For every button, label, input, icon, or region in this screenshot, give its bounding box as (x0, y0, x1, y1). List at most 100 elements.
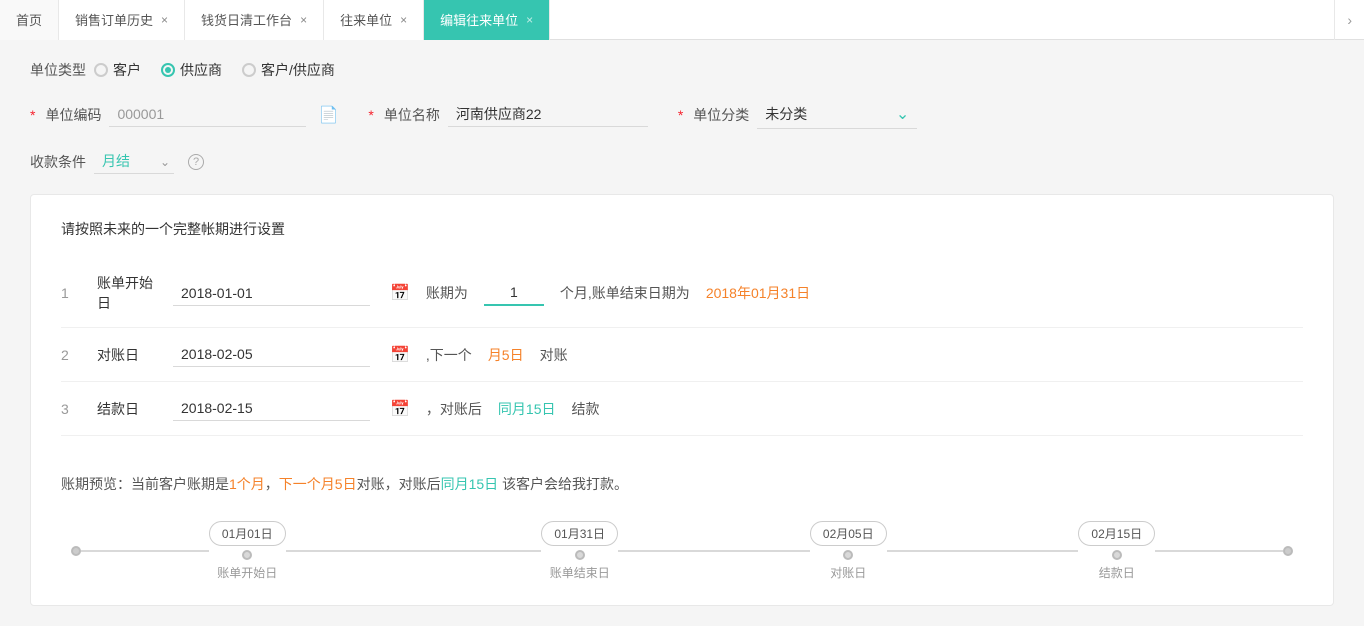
tab-partners-label: 往来单位 (340, 10, 392, 29)
payment-terms-label: 收款条件 (30, 152, 86, 172)
payment-terms-row: 收款条件 月结 周结 日结 ⌄ ? (30, 149, 1334, 174)
tabs-bar: 首页 销售订单历史 × 钱货日清工作台 × 往来单位 × 编辑往来单位 × › (0, 0, 1364, 40)
period-row-1-months-unit: 个月,账单结束日期为 (560, 283, 690, 303)
period-row-3-desc-highlight: 同月15日 (498, 399, 556, 419)
timeline: 01月01日 账单开始日 01月31日 账单结束日 02月05日 对账日 (61, 521, 1303, 581)
unit-code-field: * 单位编码 📄 (30, 102, 338, 127)
timeline-end-dot (1283, 546, 1293, 556)
period-row-2-num: 2 (61, 347, 81, 363)
unit-classify-field: * 单位分类 未分类 ⌄ (678, 100, 917, 129)
payment-terms-select-wrapper: 月结 周结 日结 ⌄ (94, 149, 174, 174)
tab-edit-partner-close[interactable]: × (526, 13, 533, 27)
tab-home-label: 首页 (16, 10, 42, 29)
radio-supplier[interactable]: 供应商 (161, 60, 222, 80)
period-row-3-desc-before: ，对账后 (426, 399, 482, 419)
period-row-3-cal-icon[interactable]: 📅 (390, 399, 410, 419)
period-card-title: 请按照未来的一个完整帐期进行设置 (61, 219, 1303, 239)
timeline-node-4-caption: 结款日 (1099, 564, 1135, 581)
tab-partners-close[interactable]: × (400, 13, 407, 27)
timeline-line-3 (618, 550, 810, 552)
timeline-node-3-label: 02月05日 (810, 521, 887, 546)
unit-code-label: 单位编码 (45, 105, 101, 125)
preview-suffix: 该客户会给我打款。 (502, 476, 628, 492)
radio-both-circle (242, 63, 256, 77)
period-row-3: 3 结款日 📅 ，对账后同月15日结款 (61, 382, 1303, 436)
tab-edit-partner-label: 编辑往来单位 (440, 10, 518, 29)
unit-info-row: * 单位编码 📄 * 单位名称 * 单位分类 未分类 ⌄ (30, 100, 1334, 129)
timeline-node-2-caption: 账单结束日 (550, 564, 610, 581)
timeline-node-1-dot (242, 550, 252, 560)
unit-classify-label: 单位分类 (693, 105, 749, 125)
radio-customer-label: 客户 (113, 60, 141, 80)
payment-terms-help-icon[interactable]: ? (188, 154, 204, 170)
radio-both[interactable]: 客户/供应商 (242, 60, 335, 80)
period-months-input[interactable] (484, 280, 544, 306)
period-card: 请按照未来的一个完整帐期进行设置 1 账单开始日 📅 账期为 个月,账单结束日期… (30, 194, 1334, 606)
unit-code-required: * (30, 107, 35, 123)
tabs-overflow-arrow[interactable]: › (1334, 0, 1364, 40)
unit-name-required: * (368, 107, 373, 123)
period-row-2-date[interactable] (173, 342, 370, 367)
timeline-node-2: 01月31日 账单结束日 (541, 521, 618, 581)
period-row-2-cal-icon[interactable]: 📅 (390, 345, 410, 365)
unit-name-label: 单位名称 (384, 105, 440, 125)
tab-cashier-close[interactable]: × (300, 13, 307, 27)
period-row-3-desc-after: 结款 (572, 399, 600, 419)
period-row-2: 2 对账日 📅 ,下一个月5日对账 (61, 328, 1303, 382)
tab-sales-history-label: 销售订单历史 (75, 10, 153, 29)
radio-supplier-circle (161, 63, 175, 77)
payment-terms-field: 收款条件 月结 周结 日结 ⌄ ? (30, 149, 204, 174)
timeline-line-4 (887, 550, 1079, 552)
payment-terms-select[interactable]: 月结 周结 日结 (94, 149, 174, 174)
radio-customer[interactable]: 客户 (94, 60, 141, 80)
unit-classify-dropdown[interactable]: 未分类 ⌄ (757, 100, 917, 129)
main-content: 单位类型 客户 供应商 客户/供应商 * 单位编码 (0, 40, 1364, 626)
tab-partners[interactable]: 往来单位 × (324, 0, 424, 40)
radio-customer-circle (94, 63, 108, 77)
tab-cashier[interactable]: 钱货日清工作台 × (185, 0, 324, 40)
timeline-node-1-label: 01月01日 (209, 521, 286, 546)
radio-both-label: 客户/供应商 (261, 60, 335, 80)
period-row-1-num: 1 (61, 285, 81, 301)
unit-name-field: * 单位名称 (368, 102, 647, 127)
unit-type-field: 单位类型 客户 供应商 客户/供应商 (30, 60, 335, 80)
timeline-start-dot (71, 546, 81, 556)
preview-part1: 1个月 (229, 476, 265, 492)
unit-classify-required: * (678, 107, 683, 123)
radio-supplier-label: 供应商 (180, 60, 222, 80)
preview-text: 账期预览：当前客户账期是1个月，下一个月5日对账，对账后同月15日 该客户会给我… (61, 476, 628, 492)
period-row-3-date[interactable] (173, 396, 370, 421)
period-row-1-end-date: 2018年01月31日 (706, 283, 810, 303)
tab-home[interactable]: 首页 (0, 0, 59, 40)
preview-part3: 同月15日 (441, 476, 499, 492)
preview-prefix: 账期预览：当前客户账期是 (61, 476, 229, 492)
period-row-2-desc-highlight: 月5日 (488, 345, 524, 365)
preview-part2: 下一个月5日 (279, 476, 357, 492)
period-row-2-label: 对账日 (97, 345, 157, 365)
period-row-1: 1 账单开始日 📅 账期为 个月,账单结束日期为 2018年01月31日 (61, 259, 1303, 328)
unit-name-input[interactable] (448, 102, 648, 127)
unit-type-label: 单位类型 (30, 60, 86, 80)
period-row-1-date[interactable] (173, 281, 370, 306)
timeline-node-4-label: 02月15日 (1078, 521, 1155, 546)
period-row-1-cal-icon[interactable]: 📅 (390, 283, 410, 303)
unit-type-radio-group: 客户 供应商 客户/供应商 (94, 60, 335, 80)
period-row-2-desc-before: ,下一个 (426, 345, 472, 365)
timeline-node-3-caption: 对账日 (830, 564, 866, 581)
unit-classify-value: 未分类 (765, 104, 807, 124)
timeline-track: 01月01日 账单开始日 01月31日 账单结束日 02月05日 对账日 (71, 521, 1293, 581)
period-row-1-label: 账单开始日 (97, 273, 157, 313)
preview-section: 账期预览：当前客户账期是1个月，下一个月5日对账，对账后同月15日 该客户会给我… (61, 456, 1303, 497)
timeline-line-5 (1155, 550, 1283, 552)
unit-type-row: 单位类型 客户 供应商 客户/供应商 (30, 60, 1334, 80)
period-row-1-mid-text: 账期为 (426, 283, 468, 303)
tab-edit-partner[interactable]: 编辑往来单位 × (424, 0, 550, 40)
timeline-line-2 (286, 550, 542, 552)
period-row-2-desc-after: 对账 (540, 345, 568, 365)
unit-code-icon[interactable]: 📄 (318, 105, 338, 125)
timeline-line-1 (81, 550, 209, 552)
tab-sales-history-close[interactable]: × (161, 13, 168, 27)
tab-sales-history[interactable]: 销售订单历史 × (59, 0, 185, 40)
unit-code-input[interactable] (109, 102, 306, 127)
timeline-node-2-label: 01月31日 (541, 521, 618, 546)
